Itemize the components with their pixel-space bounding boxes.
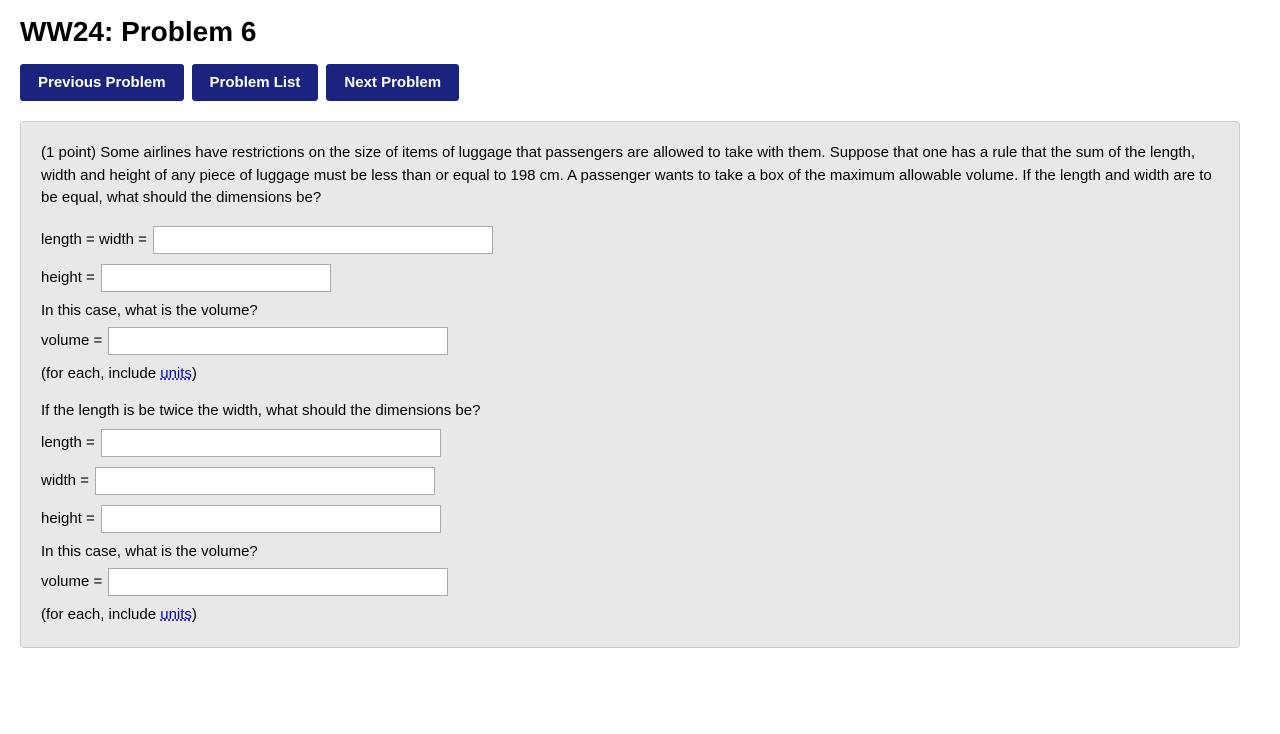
page-title: WW24: Problem 6	[20, 16, 1260, 48]
volume-label-1: volume =	[41, 332, 102, 349]
previous-problem-button[interactable]: Previous Problem	[20, 64, 184, 101]
width-label-2: width =	[41, 472, 89, 489]
length-width-input[interactable]	[153, 226, 493, 254]
problem-container: (1 point) Some airlines have restriction…	[20, 121, 1240, 648]
navigation-buttons: Previous Problem Problem List Next Probl…	[20, 64, 1260, 101]
length-width-label: length = width =	[41, 231, 147, 248]
width-input-2[interactable]	[95, 467, 435, 495]
volume-question-1: In this case, what is the volume?	[41, 302, 1219, 319]
units-link-1[interactable]: units	[160, 365, 192, 382]
volume-row-2: volume =	[41, 568, 1219, 596]
for-each-note-2: (for each, include units)	[41, 606, 1219, 623]
height-row-2: height =	[41, 505, 1219, 533]
height-row-1: height =	[41, 264, 1219, 292]
volume-question-2: In this case, what is the volume?	[41, 543, 1219, 560]
problem-intro-text: (1 point) Some airlines have restriction…	[41, 142, 1219, 210]
volume-input-2[interactable]	[108, 568, 448, 596]
length-input-2[interactable]	[101, 429, 441, 457]
width-row-2: width =	[41, 467, 1219, 495]
units-link-2[interactable]: units	[160, 606, 192, 623]
length-row-2: length =	[41, 429, 1219, 457]
height-input-1[interactable]	[101, 264, 331, 292]
next-problem-button[interactable]: Next Problem	[326, 64, 459, 101]
for-each-note-1: (for each, include units)	[41, 365, 1219, 382]
volume-row-1: volume =	[41, 327, 1219, 355]
volume-input-1[interactable]	[108, 327, 448, 355]
volume-label-2: volume =	[41, 573, 102, 590]
length-label-2: length =	[41, 434, 95, 451]
section2-question: If the length is be twice the width, wha…	[41, 402, 1219, 419]
height-input-2[interactable]	[101, 505, 441, 533]
height-label-2: height =	[41, 510, 95, 527]
length-width-row: length = width =	[41, 226, 1219, 254]
height-label-1: height =	[41, 269, 95, 286]
problem-list-button[interactable]: Problem List	[192, 64, 319, 101]
